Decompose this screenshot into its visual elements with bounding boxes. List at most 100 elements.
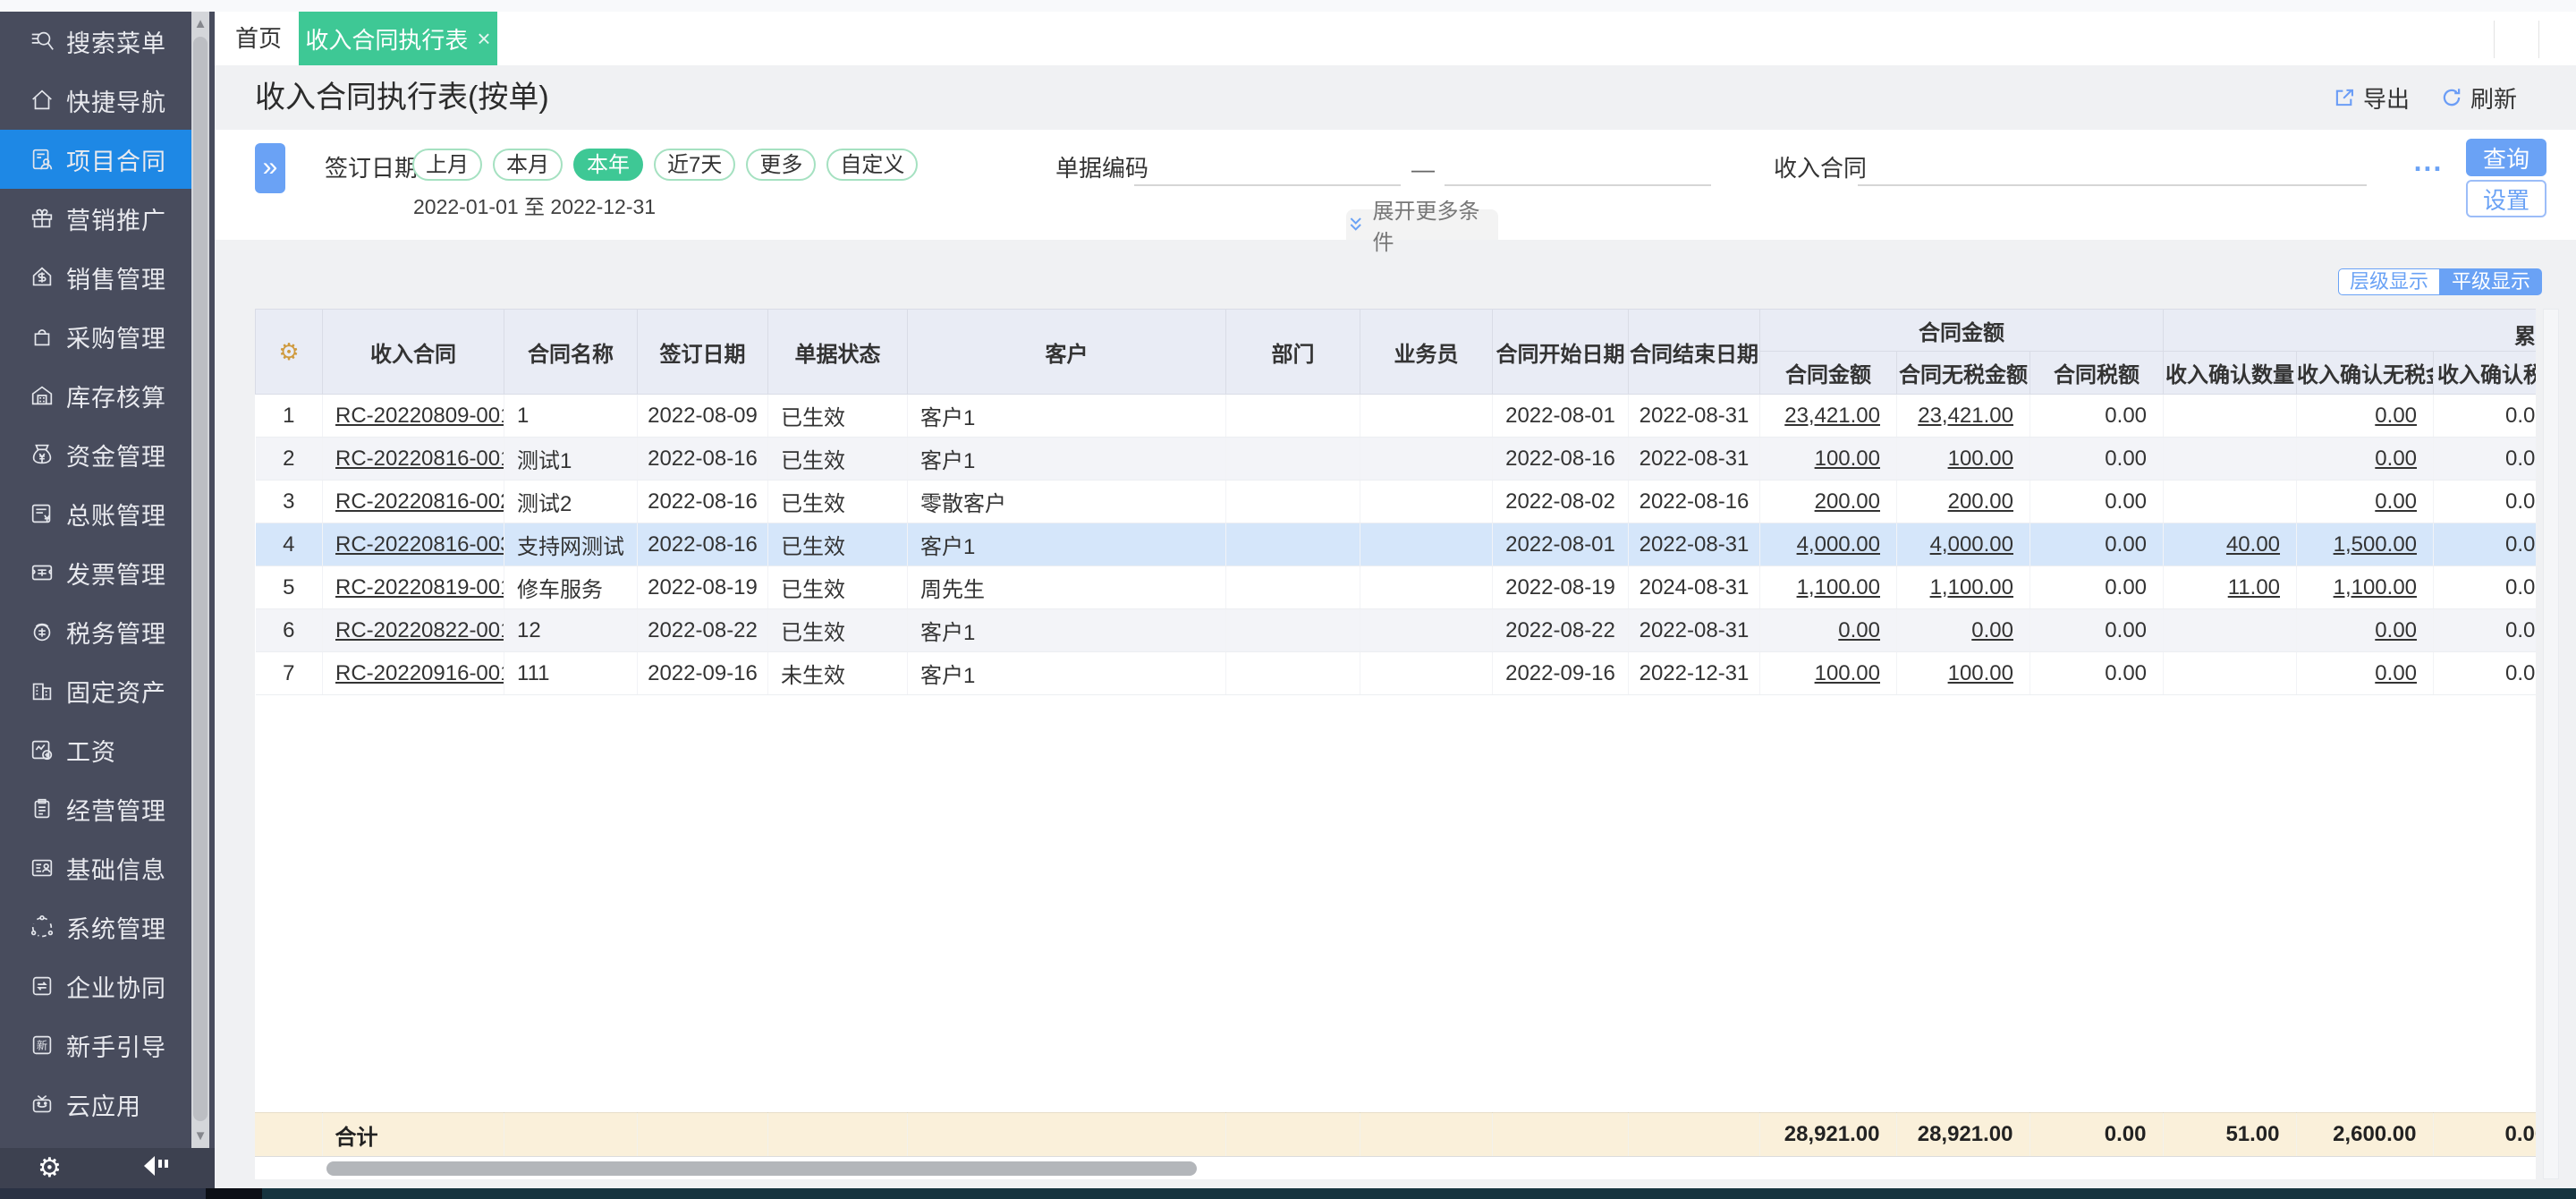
cell-link[interactable]: 1,100.00 bbox=[2334, 575, 2417, 600]
tab-bar: 首页 收入合同执行表 × × bbox=[215, 12, 2576, 66]
settings-button[interactable]: 设置 bbox=[2466, 180, 2546, 217]
cell-link[interactable]: RC-20220809-001 bbox=[335, 404, 504, 428]
sidebar-item-固定资产[interactable]: 固定资产 bbox=[0, 661, 191, 720]
cell-link[interactable]: 23,421.00 bbox=[1784, 404, 1880, 428]
cell-link[interactable]: 100.00 bbox=[1948, 446, 2013, 471]
date-pill-近7天[interactable]: 近7天 bbox=[654, 149, 736, 181]
table-row[interactable]: 6 RC-20220822-001 12 2022-08-22 已生效 客户1 2022-0… bbox=[255, 608, 2536, 652]
table-cell: 0.00 bbox=[2296, 608, 2435, 652]
sidebar-item-企业协同[interactable]: 企业协同 bbox=[0, 957, 191, 1016]
gear-icon[interactable]: ⚙ bbox=[278, 338, 299, 365]
sidebar-item-搜索菜单[interactable]: 搜索菜单 bbox=[0, 12, 191, 71]
sidebar-scrollbar-thumb[interactable] bbox=[193, 37, 208, 1121]
sidebar-item-工资[interactable]: 工资 bbox=[0, 720, 191, 779]
cell-link[interactable]: 0.00 bbox=[2375, 404, 2417, 428]
column-header: 客户 bbox=[907, 309, 1226, 395]
cell-link[interactable]: RC-20220916-001 bbox=[335, 661, 504, 685]
cell-link[interactable]: 0.00 bbox=[2375, 446, 2417, 471]
date-pill-本月[interactable]: 本月 bbox=[493, 149, 563, 181]
column-header: ⚙ bbox=[255, 309, 323, 395]
expand-more-conditions-button[interactable]: 展开更多条件 bbox=[1346, 200, 1498, 255]
cell-link[interactable]: 40.00 bbox=[2226, 532, 2280, 557]
cell-link[interactable]: RC-20220816-002 bbox=[335, 489, 504, 514]
date-pill-自定义[interactable]: 自定义 bbox=[826, 149, 919, 181]
column-header: 收入确认数量 bbox=[2163, 351, 2298, 395]
cell-link[interactable]: 0.00 bbox=[2375, 489, 2417, 514]
table-cell: RC-20220916-001 bbox=[322, 651, 504, 695]
cell-link[interactable]: RC-20220816-003 bbox=[335, 532, 504, 557]
table-row[interactable]: 4 RC-20220816-003 支持网测试 2022-08-16 已生效 客户1 202… bbox=[255, 523, 2536, 566]
table-cell: 40.00 bbox=[2163, 523, 2298, 566]
cell-link[interactable]: 200.00 bbox=[1948, 489, 2013, 514]
sidebar-item-税务管理[interactable]: 税务管理 bbox=[0, 602, 191, 661]
date-pill-更多[interactable]: 更多 bbox=[746, 149, 817, 181]
operations-icon bbox=[29, 795, 55, 822]
horizontal-scrollbar-thumb[interactable] bbox=[326, 1161, 1197, 1176]
horizontal-scrollbar[interactable] bbox=[255, 1159, 2536, 1179]
date-pill-本年[interactable]: 本年 bbox=[573, 149, 643, 181]
cell-link[interactable]: 100.00 bbox=[1815, 446, 1880, 471]
table-row[interactable]: 2 RC-20220816-001 测试1 2022-08-16 已生效 客户1 2022-… bbox=[255, 437, 2536, 480]
cell-link[interactable]: 1,100.00 bbox=[1797, 575, 1880, 600]
cell-link[interactable]: 11.00 bbox=[2228, 575, 2280, 600]
scroll-down-icon[interactable]: ▼ bbox=[191, 1128, 209, 1144]
sidebar-item-库存核算[interactable]: 库存核算 bbox=[0, 366, 191, 425]
query-button[interactable]: 查询 bbox=[2466, 139, 2546, 176]
cell-link[interactable]: 1,100.00 bbox=[1930, 575, 2013, 600]
table-row[interactable]: 5 RC-20220819-001 修车服务 2022-08-19 已生效 周先生 2022… bbox=[255, 565, 2536, 609]
sidebar-item-营销推广[interactable]: 营销推广 bbox=[0, 189, 191, 248]
table-row[interactable]: 7 RC-20220916-001 111 2022-09-16 未生效 客户1 2022-… bbox=[255, 651, 2536, 695]
scroll-up-icon[interactable]: ▲ bbox=[191, 16, 209, 31]
sidebar-item-发票管理[interactable]: 发票管理 bbox=[0, 543, 191, 602]
expand-filter-button[interactable]: » bbox=[255, 143, 285, 193]
sidebar-scrollbar[interactable]: ▲ ▼ bbox=[191, 12, 209, 1148]
sidebar-item-基础信息[interactable]: 基础信息 bbox=[0, 838, 191, 897]
column-header: 合同金额 bbox=[1759, 351, 1897, 395]
sidebar-item-项目合同[interactable]: 项目合同 bbox=[0, 130, 191, 189]
income-contract-input[interactable] bbox=[1858, 152, 2367, 186]
tab-close-icon[interactable]: × bbox=[477, 25, 490, 53]
table-row[interactable]: 1 RC-20220809-001 1 2022-08-09 已生效 客户1 2022-08… bbox=[255, 394, 2536, 438]
sidebar-item-label: 销售管理 bbox=[66, 266, 166, 293]
sidebar-item-资金管理[interactable]: 资金管理 bbox=[0, 425, 191, 484]
cell-link[interactable]: RC-20220819-001 bbox=[335, 575, 504, 600]
table-row[interactable]: 3 RC-20220816-002 测试2 2022-08-16 已生效 零散客户 2022… bbox=[255, 480, 2536, 523]
tab-home[interactable]: 首页 bbox=[235, 12, 282, 65]
sidebar-item-label: 总账管理 bbox=[66, 502, 166, 530]
cell-link[interactable]: RC-20220816-001 bbox=[335, 446, 504, 471]
cell-link[interactable]: 0.00 bbox=[1971, 618, 2013, 642]
cell-link[interactable]: RC-20220822-001 bbox=[335, 618, 504, 642]
sidebar-item-云应用[interactable]: 云应用 bbox=[0, 1075, 191, 1134]
vertical-scrollbar[interactable] bbox=[2543, 309, 2559, 1179]
tab-income-contract-report[interactable]: 收入合同执行表 × bbox=[299, 12, 497, 65]
table-cell bbox=[1225, 437, 1360, 480]
export-button[interactable]: 导出 bbox=[2333, 81, 2410, 115]
sidebar-item-采购管理[interactable]: 采购管理 bbox=[0, 307, 191, 366]
toggle-hierarchy-view[interactable]: 层级显示 bbox=[2338, 268, 2440, 295]
doc-code-to-input[interactable] bbox=[1445, 152, 1711, 186]
collapse-sidebar-icon[interactable] bbox=[140, 1153, 171, 1183]
cell-link[interactable]: 0.00 bbox=[1838, 618, 1880, 642]
group-header-cumulative: 累 bbox=[2163, 309, 2536, 352]
cell-link[interactable]: 0.00 bbox=[2375, 661, 2417, 685]
cell-link[interactable]: 4,000.00 bbox=[1797, 532, 1880, 557]
cell-link[interactable]: 100.00 bbox=[1948, 661, 2013, 685]
cell-link[interactable]: 100.00 bbox=[1815, 661, 1880, 685]
more-options-ellipsis[interactable]: ... bbox=[2406, 146, 2451, 185]
sidebar-item-总账管理[interactable]: 总账管理 bbox=[0, 484, 191, 543]
doc-code-from-input[interactable] bbox=[1134, 152, 1401, 186]
refresh-button[interactable]: 刷新 bbox=[2440, 81, 2517, 115]
date-pill-上月[interactable]: 上月 bbox=[412, 149, 482, 181]
settings-gear-icon[interactable]: ⚙ bbox=[38, 1148, 62, 1188]
cell-link[interactable]: 200.00 bbox=[1815, 489, 1880, 514]
sidebar-item-新手引导[interactable]: 新 新手引导 bbox=[0, 1016, 191, 1075]
cell-link[interactable]: 0.00 bbox=[2375, 618, 2417, 642]
sidebar-item-快捷导航[interactable]: 快捷导航 bbox=[0, 71, 191, 130]
cell-link[interactable]: 23,421.00 bbox=[1918, 404, 2013, 428]
cell-link[interactable]: 4,000.00 bbox=[1930, 532, 2013, 557]
cell-link[interactable]: 1,500.00 bbox=[2334, 532, 2417, 557]
sidebar-item-系统管理[interactable]: 系统管理 bbox=[0, 897, 191, 957]
toggle-flat-view[interactable]: 平级显示 bbox=[2440, 268, 2542, 295]
sidebar-item-销售管理[interactable]: 销售管理 bbox=[0, 248, 191, 307]
sidebar-item-经营管理[interactable]: 经营管理 bbox=[0, 779, 191, 838]
